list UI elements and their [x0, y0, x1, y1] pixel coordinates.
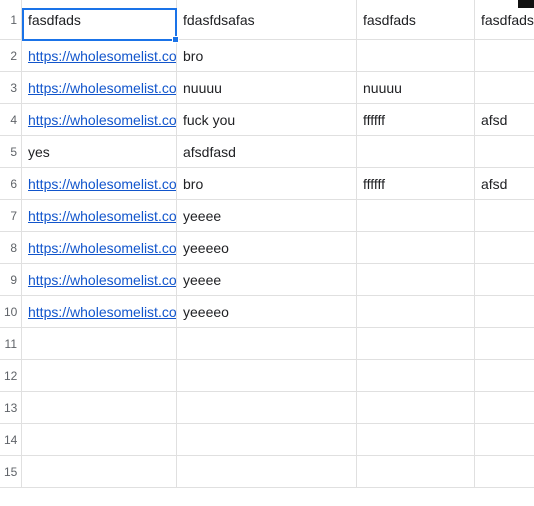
row-header[interactable]: 14: [0, 424, 22, 456]
row-header[interactable]: 11: [0, 328, 22, 360]
cell[interactable]: [475, 232, 534, 264]
cell[interactable]: [357, 200, 475, 232]
cell[interactable]: [475, 40, 534, 72]
cell[interactable]: [22, 360, 177, 392]
cell[interactable]: [357, 328, 475, 360]
cell[interactable]: [475, 72, 534, 104]
cell[interactable]: [357, 136, 475, 168]
row-header[interactable]: 9: [0, 264, 22, 296]
row-header[interactable]: 15: [0, 456, 22, 488]
row-header[interactable]: 10: [0, 296, 22, 328]
cell[interactable]: [357, 232, 475, 264]
cell[interactable]: yeeeeo: [177, 232, 357, 264]
cell[interactable]: https://wholesomelist.com: [22, 232, 177, 264]
cell[interactable]: [475, 456, 534, 488]
cell[interactable]: [475, 136, 534, 168]
row-header[interactable]: 13: [0, 392, 22, 424]
cell[interactable]: [177, 328, 357, 360]
row-header[interactable]: 4: [0, 104, 22, 136]
link[interactable]: https://wholesomelist.com: [28, 176, 177, 192]
cell[interactable]: [475, 264, 534, 296]
cell[interactable]: afsdfasd: [177, 136, 357, 168]
link[interactable]: https://wholesomelist.com: [28, 304, 177, 320]
cell[interactable]: fasdfads: [357, 0, 475, 40]
row-header[interactable]: 3: [0, 72, 22, 104]
cell[interactable]: [357, 264, 475, 296]
cell[interactable]: afsd: [475, 104, 534, 136]
row-header[interactable]: 6: [0, 168, 22, 200]
cell[interactable]: fdasfdsafas: [177, 0, 357, 40]
cell[interactable]: fasdfads: [22, 0, 177, 40]
row-header[interactable]: 7: [0, 200, 22, 232]
cell[interactable]: fuck you: [177, 104, 357, 136]
link[interactable]: https://wholesomelist.com: [28, 112, 177, 128]
cell[interactable]: afsd: [475, 168, 534, 200]
cell[interactable]: [475, 200, 534, 232]
cell[interactable]: [22, 456, 177, 488]
link[interactable]: https://wholesomelist.com: [28, 208, 177, 224]
link[interactable]: https://wholesomelist.com: [28, 272, 177, 288]
link[interactable]: https://wholesomelist.com: [28, 48, 177, 64]
cell[interactable]: https://wholesomelist.com: [22, 200, 177, 232]
cell[interactable]: [475, 328, 534, 360]
cell[interactable]: [22, 328, 177, 360]
cell[interactable]: [357, 392, 475, 424]
cell[interactable]: [357, 424, 475, 456]
cell[interactable]: https://wholesomelist.com: [22, 296, 177, 328]
cell[interactable]: ffffff: [357, 104, 475, 136]
row-header[interactable]: 12: [0, 360, 22, 392]
link[interactable]: https://wholesomelist.com: [28, 80, 177, 96]
window-edge: [518, 0, 534, 8]
cell[interactable]: [177, 424, 357, 456]
cell[interactable]: yes: [22, 136, 177, 168]
cell[interactable]: [357, 456, 475, 488]
cell[interactable]: [357, 360, 475, 392]
row-header[interactable]: 5: [0, 136, 22, 168]
row-header[interactable]: 1: [0, 0, 22, 40]
cell[interactable]: yeeee: [177, 264, 357, 296]
cell[interactable]: nuuuu: [177, 72, 357, 104]
cell[interactable]: [177, 392, 357, 424]
cell[interactable]: [22, 424, 177, 456]
cell[interactable]: bro: [177, 168, 357, 200]
cell[interactable]: yeeee: [177, 200, 357, 232]
cell[interactable]: yeeeeo: [177, 296, 357, 328]
spreadsheet-grid[interactable]: 1fasdfadsfdasfdsafasfasdfadsfasdfads2htt…: [0, 0, 534, 488]
cell[interactable]: [357, 40, 475, 72]
cell[interactable]: [22, 392, 177, 424]
cell[interactable]: [177, 456, 357, 488]
cell[interactable]: nuuuu: [357, 72, 475, 104]
cell[interactable]: [475, 360, 534, 392]
cell[interactable]: https://wholesomelist.com: [22, 264, 177, 296]
cell[interactable]: [357, 296, 475, 328]
cell[interactable]: [475, 296, 534, 328]
cell[interactable]: [177, 360, 357, 392]
row-header[interactable]: 8: [0, 232, 22, 264]
cell[interactable]: ffffff: [357, 168, 475, 200]
cell[interactable]: [475, 392, 534, 424]
row-header[interactable]: 2: [0, 40, 22, 72]
cell[interactable]: https://wholesomelist.com: [22, 72, 177, 104]
link[interactable]: https://wholesomelist.com: [28, 240, 177, 256]
cell[interactable]: bro: [177, 40, 357, 72]
cell[interactable]: [475, 424, 534, 456]
cell[interactable]: https://wholesomelist.com: [22, 168, 177, 200]
cell[interactable]: https://wholesomelist.com: [22, 104, 177, 136]
cell[interactable]: https://wholesomelist.com: [22, 40, 177, 72]
